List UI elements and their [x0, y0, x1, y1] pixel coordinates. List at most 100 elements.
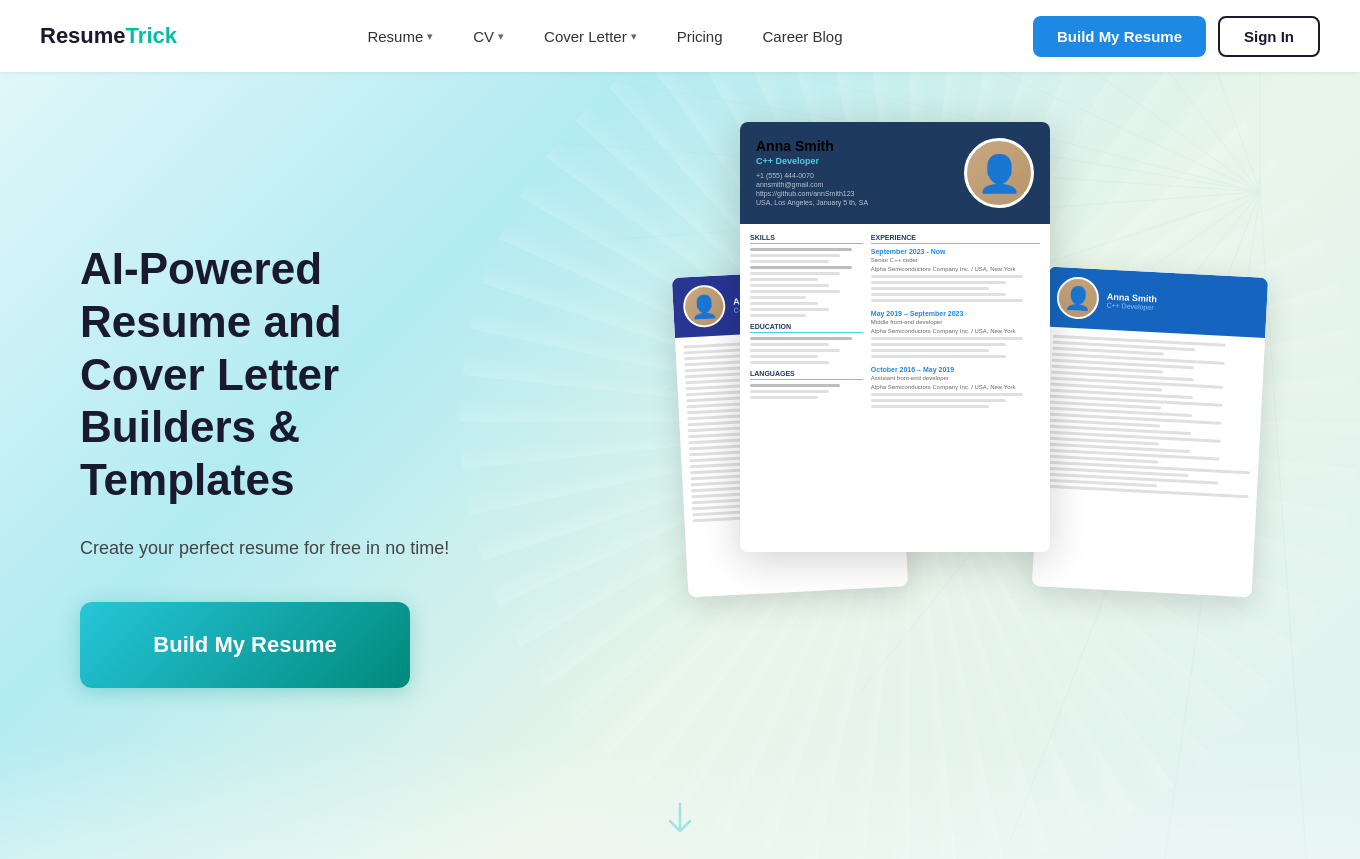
side-card-header-right: Anna Smith C++ Developer	[1045, 266, 1268, 337]
resume-exp-3-company: Alpha Semiconductors Company Inc. / USA,…	[871, 384, 1040, 390]
side-line	[1052, 341, 1195, 351]
nav-resume[interactable]: Resume ▾	[351, 20, 449, 53]
side-line	[692, 498, 865, 510]
svg-line-4	[860, 192, 1260, 692]
side-avatar-right	[1056, 276, 1100, 320]
svg-line-7	[1260, 192, 1310, 859]
resume-languages-title: Languages	[750, 370, 863, 380]
side-line	[690, 458, 833, 468]
nav-career-blog[interactable]: Career Blog	[747, 20, 859, 53]
side-line	[1048, 425, 1191, 435]
side-line	[1050, 389, 1193, 399]
nav-cover-letter[interactable]: Cover Letter ▾	[528, 20, 653, 53]
side-role-right: C++ Developer	[1106, 301, 1156, 311]
side-line	[689, 440, 832, 450]
side-line	[1050, 395, 1223, 407]
scroll-down-icon	[660, 799, 700, 839]
hero-section: AI-Powered Resume and Cover Letter Build…	[0, 72, 1360, 859]
side-line	[691, 494, 834, 504]
side-line	[1045, 485, 1249, 499]
resume-main-body: Skills Education	[740, 224, 1050, 426]
logo-text-resume: Resume	[40, 23, 126, 49]
side-line	[1048, 419, 1160, 428]
nav-cv[interactable]: CV ▾	[457, 20, 520, 53]
side-name-block-right: Anna Smith C++ Developer	[1106, 291, 1157, 311]
side-line	[1051, 371, 1194, 381]
side-line	[692, 509, 896, 523]
navbar: ResumeTrick Resume ▾ CV ▾ Cover Letter ▾…	[0, 0, 1360, 72]
resume-exp-2-role: Middle front-end developer	[871, 319, 1040, 325]
resume-main-header: Anna Smith C++ Developer +1 (555) 444-00…	[740, 122, 1050, 224]
side-line	[687, 410, 830, 420]
resume-main-name-block: Anna Smith C++ Developer +1 (555) 444-00…	[756, 138, 952, 208]
side-line	[1052, 353, 1225, 365]
resume-exp-3-role: Assistant front-end developer	[871, 375, 1040, 381]
hero-resume-preview: Anna Smith C++ Developer	[680, 92, 1360, 842]
side-line	[692, 507, 804, 516]
hero-cta-button[interactable]: Build My Resume	[80, 602, 410, 688]
svg-line-9	[560, 72, 1260, 192]
resume-contact-1: +1 (555) 444-0070	[756, 172, 952, 179]
svg-line-2	[660, 192, 1260, 392]
side-avatar-left	[682, 284, 726, 328]
side-line	[1051, 377, 1224, 389]
side-line	[1047, 455, 1159, 464]
nav-actions: Build My Resume Sign In	[1033, 16, 1320, 57]
resume-card-left: Anna Smith C++ Developer	[672, 266, 908, 597]
logo[interactable]: ResumeTrick	[40, 23, 177, 49]
chevron-down-icon: ▾	[427, 30, 433, 43]
resume-contact-2: annsmith@gmail.com	[756, 181, 952, 188]
resume-contact-4: USA, Los Angeles, January 5 th, SA	[756, 199, 952, 206]
resume-exp-2-period: May 2019 – September 2023	[871, 310, 1040, 317]
side-line	[1053, 335, 1226, 347]
nav-pricing[interactable]: Pricing	[661, 20, 739, 53]
resume-exp-1-period: September 2023 - Now	[871, 248, 1040, 255]
side-line	[691, 483, 803, 492]
side-name-left: Anna Smith	[733, 294, 783, 307]
side-line	[1046, 473, 1219, 485]
hero-content: AI-Powered Resume and Cover Letter Build…	[0, 163, 550, 768]
side-body-left	[675, 326, 905, 533]
side-line	[684, 352, 796, 361]
side-card-header-left: Anna Smith C++ Developer	[672, 266, 895, 337]
side-role-left: C++ Developer	[733, 304, 783, 314]
side-line	[1051, 365, 1163, 374]
chevron-down-icon: ▾	[498, 30, 504, 43]
side-line	[686, 392, 829, 402]
side-line	[690, 465, 802, 474]
logo-text-trick: Trick	[126, 23, 177, 49]
side-line	[1052, 347, 1164, 356]
navbar-sign-in-button[interactable]: Sign In	[1218, 16, 1320, 57]
side-line	[1052, 359, 1195, 369]
side-line	[689, 453, 801, 462]
resume-education-title: Education	[750, 323, 863, 333]
side-body-right	[1036, 326, 1265, 509]
navbar-build-resume-button[interactable]: Build My Resume	[1033, 16, 1206, 57]
side-line	[688, 426, 861, 438]
svg-line-8	[560, 142, 1260, 192]
side-line	[688, 435, 800, 444]
side-line	[1047, 443, 1190, 453]
resume-skills-title: Skills	[750, 234, 863, 244]
svg-line-3	[760, 192, 1260, 542]
svg-line-11	[710, 72, 1260, 192]
side-line	[685, 370, 797, 379]
svg-line-5	[1010, 192, 1260, 842]
sunburst-decoration	[560, 72, 1360, 859]
side-line	[1046, 467, 1189, 477]
nav-links: Resume ▾ CV ▾ Cover Letter ▾ Pricing Car…	[351, 20, 858, 53]
resume-card-right: Anna Smith C++ Developer	[1032, 266, 1268, 597]
side-line	[686, 400, 798, 409]
side-line	[1049, 413, 1222, 425]
side-line	[686, 378, 859, 390]
hero-subtitle: Create your perfect resume for free in n…	[80, 535, 470, 562]
side-line	[1047, 437, 1159, 446]
side-line	[689, 444, 862, 456]
chevron-down-icon: ▾	[631, 30, 637, 43]
resume-exp-2: May 2019 – September 2023 Middle front-e…	[871, 310, 1040, 358]
resume-col-left: Skills Education	[750, 234, 863, 416]
side-line	[691, 485, 895, 499]
side-line	[1047, 449, 1220, 461]
side-name-block-left: Anna Smith C++ Developer	[733, 294, 784, 314]
side-line	[685, 374, 828, 384]
